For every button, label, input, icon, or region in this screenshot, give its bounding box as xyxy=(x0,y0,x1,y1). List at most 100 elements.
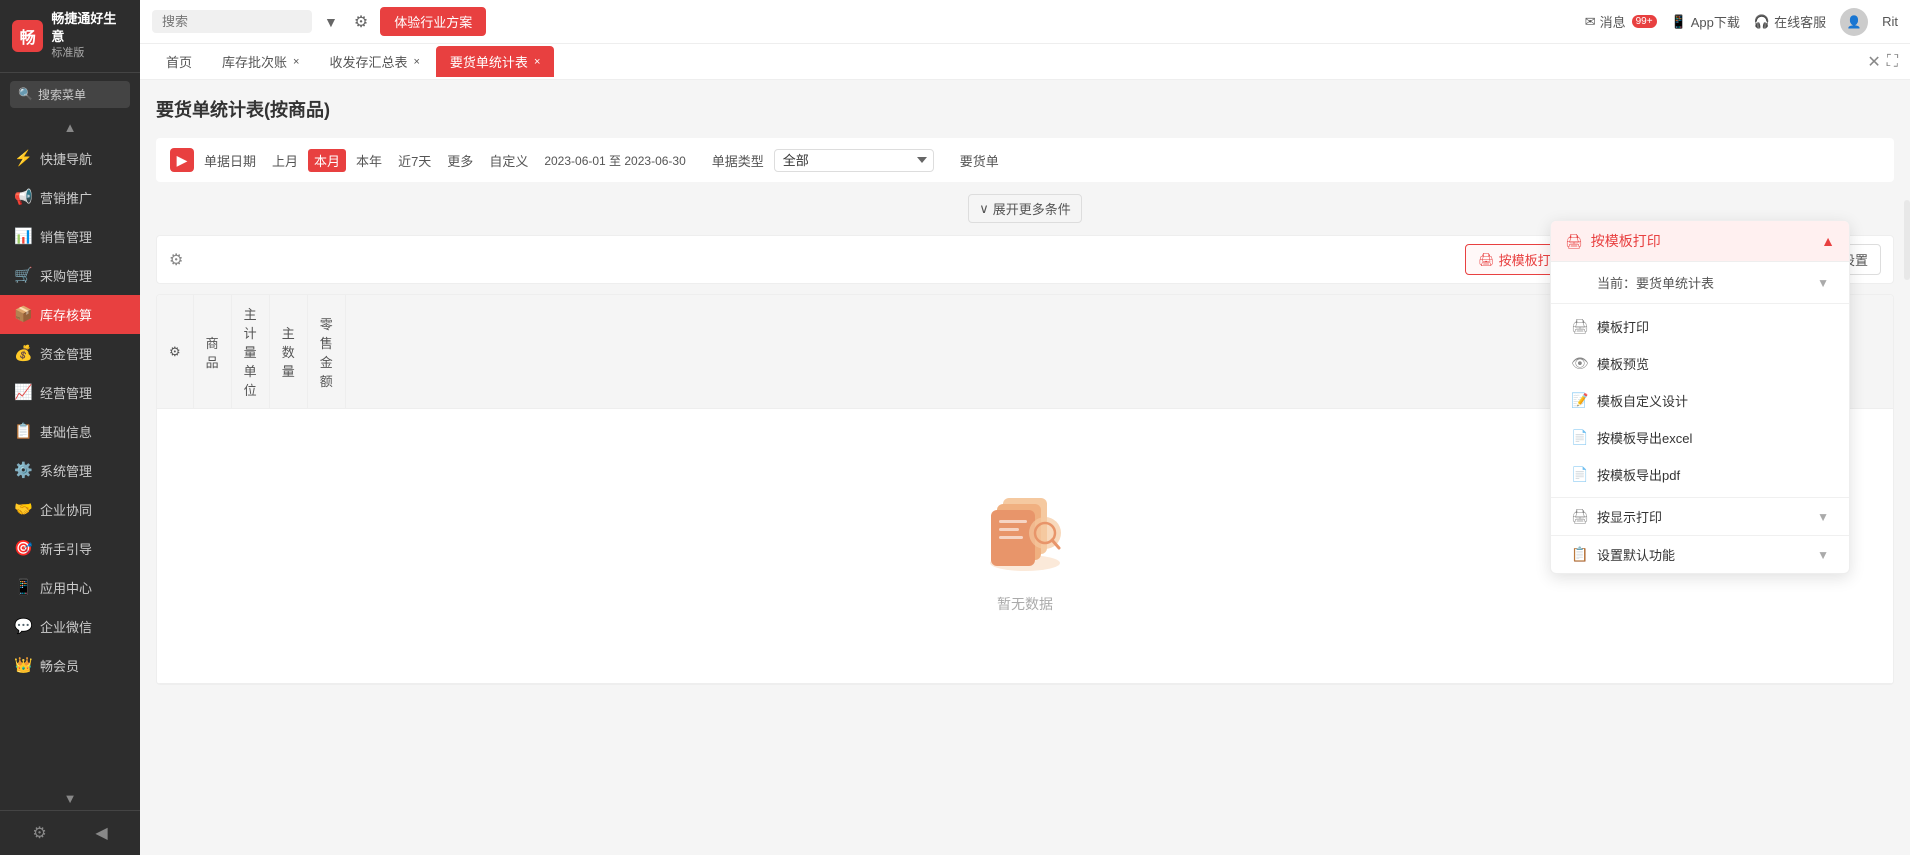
trial-btn[interactable]: 体验行业方案 xyxy=(380,7,486,36)
app-version: 标准版 xyxy=(51,46,128,61)
basic-info-icon: 📋 xyxy=(14,422,32,440)
tab-home[interactable]: 首页 xyxy=(152,46,206,77)
date-btn-prev-month[interactable]: 上月 xyxy=(266,149,304,172)
display-print-chevron: ▼ xyxy=(1817,510,1829,524)
message-badge: 99+ xyxy=(1632,15,1657,28)
tab-close-inventory-batch[interactable]: × xyxy=(293,56,299,68)
empty-text: 暂无数据 xyxy=(997,594,1053,614)
dropdown-section-items: 🖨 模板打印 👁 模板预览 📝 模板自定义设计 📄 按模板导出excel 📄 xyxy=(1551,304,1849,497)
quick-nav-icon: ⚡ xyxy=(14,149,32,167)
tabs-close-all-btn[interactable]: ✕ xyxy=(1867,52,1880,72)
sales-icon: 📊 xyxy=(14,227,32,245)
sidebar-nav: ⚡ 快捷导航 📢 营销推广 📊 销售管理 🛒 采购管理 📦 库存核算 💰 资金管… xyxy=(0,139,140,787)
sidebar-search[interactable]: 🔍 搜索菜单 xyxy=(10,81,130,108)
col-settings-header[interactable]: ⚙ xyxy=(157,295,193,409)
date-btn-current-month[interactable]: 本月 xyxy=(308,149,346,172)
template-design-icon: 📝 xyxy=(1571,392,1587,409)
tab-close-receivable-summary[interactable]: × xyxy=(413,56,419,68)
content-area: 要货单统计表(按商品) ▶ 单据日期 上月 本月 本年 近7天 更多 自定义 2… xyxy=(140,80,1910,855)
print-menu-title: 按模板打印 xyxy=(1591,231,1661,251)
wechat-icon: 💬 xyxy=(14,617,32,635)
date-range-display: 2023-06-01 至 2023-06-30 xyxy=(544,152,685,169)
topbar-app-download[interactable]: 📱 App下载 xyxy=(1671,12,1740,31)
date-buttons-group: 上月 本月 本年 近7天 更多 自定义 xyxy=(266,149,534,172)
dropdown-item-export-excel[interactable]: 📄 按模板导出excel xyxy=(1551,419,1849,456)
username-label[interactable]: Rit xyxy=(1882,14,1898,29)
template-print-icon: 🖨 xyxy=(1571,318,1587,335)
collapse-icon: ◀ xyxy=(95,823,107,843)
sidebar-item-collab[interactable]: 🤝 企业协同 xyxy=(0,490,140,529)
table-settings-icon[interactable]: ⚙ xyxy=(169,250,183,270)
sidebar-item-wechat[interactable]: 💬 企业微信 xyxy=(0,607,140,646)
dropdown-header: 🖨 按模板打印 ▲ xyxy=(1551,221,1849,262)
guide-icon: 🎯 xyxy=(14,539,32,557)
scrollbar-indicator[interactable] xyxy=(1904,200,1910,280)
display-print-icon: 🖨 xyxy=(1571,508,1587,525)
date-btn-last-7days[interactable]: 近7天 xyxy=(392,149,437,172)
dropdown-item-template-preview[interactable]: 👁 模板预览 xyxy=(1551,345,1849,382)
topbar-search-input[interactable] xyxy=(152,10,312,33)
dropdown-current-template[interactable]: 当前：要货单统计表 ▼ xyxy=(1551,266,1849,299)
topbar-gear-btn[interactable]: ⚙ xyxy=(350,8,372,36)
sidebar-scroll-down[interactable]: ▼ xyxy=(0,787,140,810)
user-avatar[interactable]: 👤 xyxy=(1840,8,1868,36)
dropdown-item-template-print[interactable]: 🖨 模板打印 xyxy=(1551,308,1849,345)
sidebar-item-basic-info[interactable]: 📋 基础信息 xyxy=(0,412,140,451)
type-filter-select[interactable]: 全部 要货单 xyxy=(774,149,934,172)
sidebar-bottom: ⚙ ◀ xyxy=(0,810,140,855)
dropdown-item-template-design[interactable]: 📝 模板自定义设计 xyxy=(1551,382,1849,419)
current-template-chevron: ▼ xyxy=(1817,276,1829,290)
more-filter-icon: ∨ xyxy=(979,201,989,217)
dropdown-display-print-section[interactable]: 🖨 按显示打印 ▼ xyxy=(1551,498,1849,535)
tabs-expand-btn[interactable]: ⛶ xyxy=(1887,53,1898,71)
sidebar-item-marketing[interactable]: 📢 营销推广 xyxy=(0,178,140,217)
export-excel-icon: 📄 xyxy=(1571,429,1587,446)
sidebar-item-inventory[interactable]: 📦 库存核算 xyxy=(0,295,140,334)
dropdown-section-current: 当前：要货单统计表 ▼ xyxy=(1551,262,1849,303)
sidebar-collapse-btn[interactable]: ◀ xyxy=(91,819,111,847)
dropdown-item-export-pdf[interactable]: 📄 按模板导出pdf xyxy=(1551,456,1849,493)
settings-icon: ⚙ xyxy=(32,823,46,843)
purchase-icon: 🛒 xyxy=(14,266,32,284)
collab-icon: 🤝 xyxy=(14,500,32,518)
print-menu-icon: 🖨 xyxy=(1565,233,1583,250)
print-menu-close-btn[interactable]: ▲ xyxy=(1821,233,1835,249)
marketing-icon: 📢 xyxy=(14,188,32,206)
topbar-online-service[interactable]: 🎧 在线客服 xyxy=(1754,12,1826,31)
sidebar-settings-btn[interactable]: ⚙ xyxy=(28,819,50,847)
sidebar-scroll-up[interactable]: ▲ xyxy=(0,116,140,139)
tab-receivable-summary[interactable]: 收发存汇总表 × xyxy=(315,46,433,77)
topbar-message[interactable]: ✉ 消息 99+ xyxy=(1585,12,1657,31)
sidebar-item-finance[interactable]: 💰 资金管理 xyxy=(0,334,140,373)
sidebar: 畅 畅捷通好生意 标准版 🔍 搜索菜单 ▲ ⚡ 快捷导航 📢 营销推广 📊 销售… xyxy=(0,0,140,855)
message-icon: ✉ xyxy=(1585,14,1596,30)
sidebar-item-purchase[interactable]: 🛒 采购管理 xyxy=(0,256,140,295)
sidebar-item-guide[interactable]: 🎯 新手引导 xyxy=(0,529,140,568)
date-btn-more[interactable]: 更多 xyxy=(441,149,479,172)
expand-icon: ▶ xyxy=(177,152,188,169)
tab-inventory-batch[interactable]: 库存批次账 × xyxy=(208,46,313,77)
template-preview-icon: 👁 xyxy=(1571,355,1587,372)
sidebar-item-operations[interactable]: 📈 经营管理 xyxy=(0,373,140,412)
date-btn-current-year[interactable]: 本年 xyxy=(350,149,388,172)
sidebar-logo: 畅 畅捷通好生意 标准版 xyxy=(0,0,140,73)
sidebar-item-system[interactable]: ⚙️ 系统管理 xyxy=(0,451,140,490)
col-settings-icon: ⚙ xyxy=(169,344,181,359)
finance-icon: 💰 xyxy=(14,344,32,362)
col-goods-header: 商品 xyxy=(193,295,231,409)
dropdown-default-section[interactable]: 📋 设置默认功能 ▼ xyxy=(1551,536,1849,573)
topbar-dropdown-btn[interactable]: ▼ xyxy=(320,10,342,34)
app-logo-icon: 畅 xyxy=(12,20,43,52)
member-icon: 👑 xyxy=(14,656,32,674)
sidebar-item-app-center[interactable]: 📱 应用中心 xyxy=(0,568,140,607)
inventory-icon: 📦 xyxy=(14,305,32,323)
more-filter-btn[interactable]: ∨ 展开更多条件 xyxy=(968,194,1082,223)
date-btn-custom[interactable]: 自定义 xyxy=(483,149,534,172)
tab-order-stats[interactable]: 要货单统计表 × xyxy=(436,46,554,77)
sidebar-item-sales[interactable]: 📊 销售管理 xyxy=(0,217,140,256)
sidebar-item-member[interactable]: 👑 畅会员 xyxy=(0,646,140,685)
filter-expand-btn[interactable]: ▶ xyxy=(170,148,194,172)
sidebar-item-quick-nav[interactable]: ⚡ 快捷导航 xyxy=(0,139,140,178)
tab-close-order-stats[interactable]: × xyxy=(534,56,540,68)
topbar: ▼ ⚙ 体验行业方案 ✉ 消息 99+ 📱 App下载 🎧 在线客服 👤 Rit xyxy=(140,0,1910,44)
